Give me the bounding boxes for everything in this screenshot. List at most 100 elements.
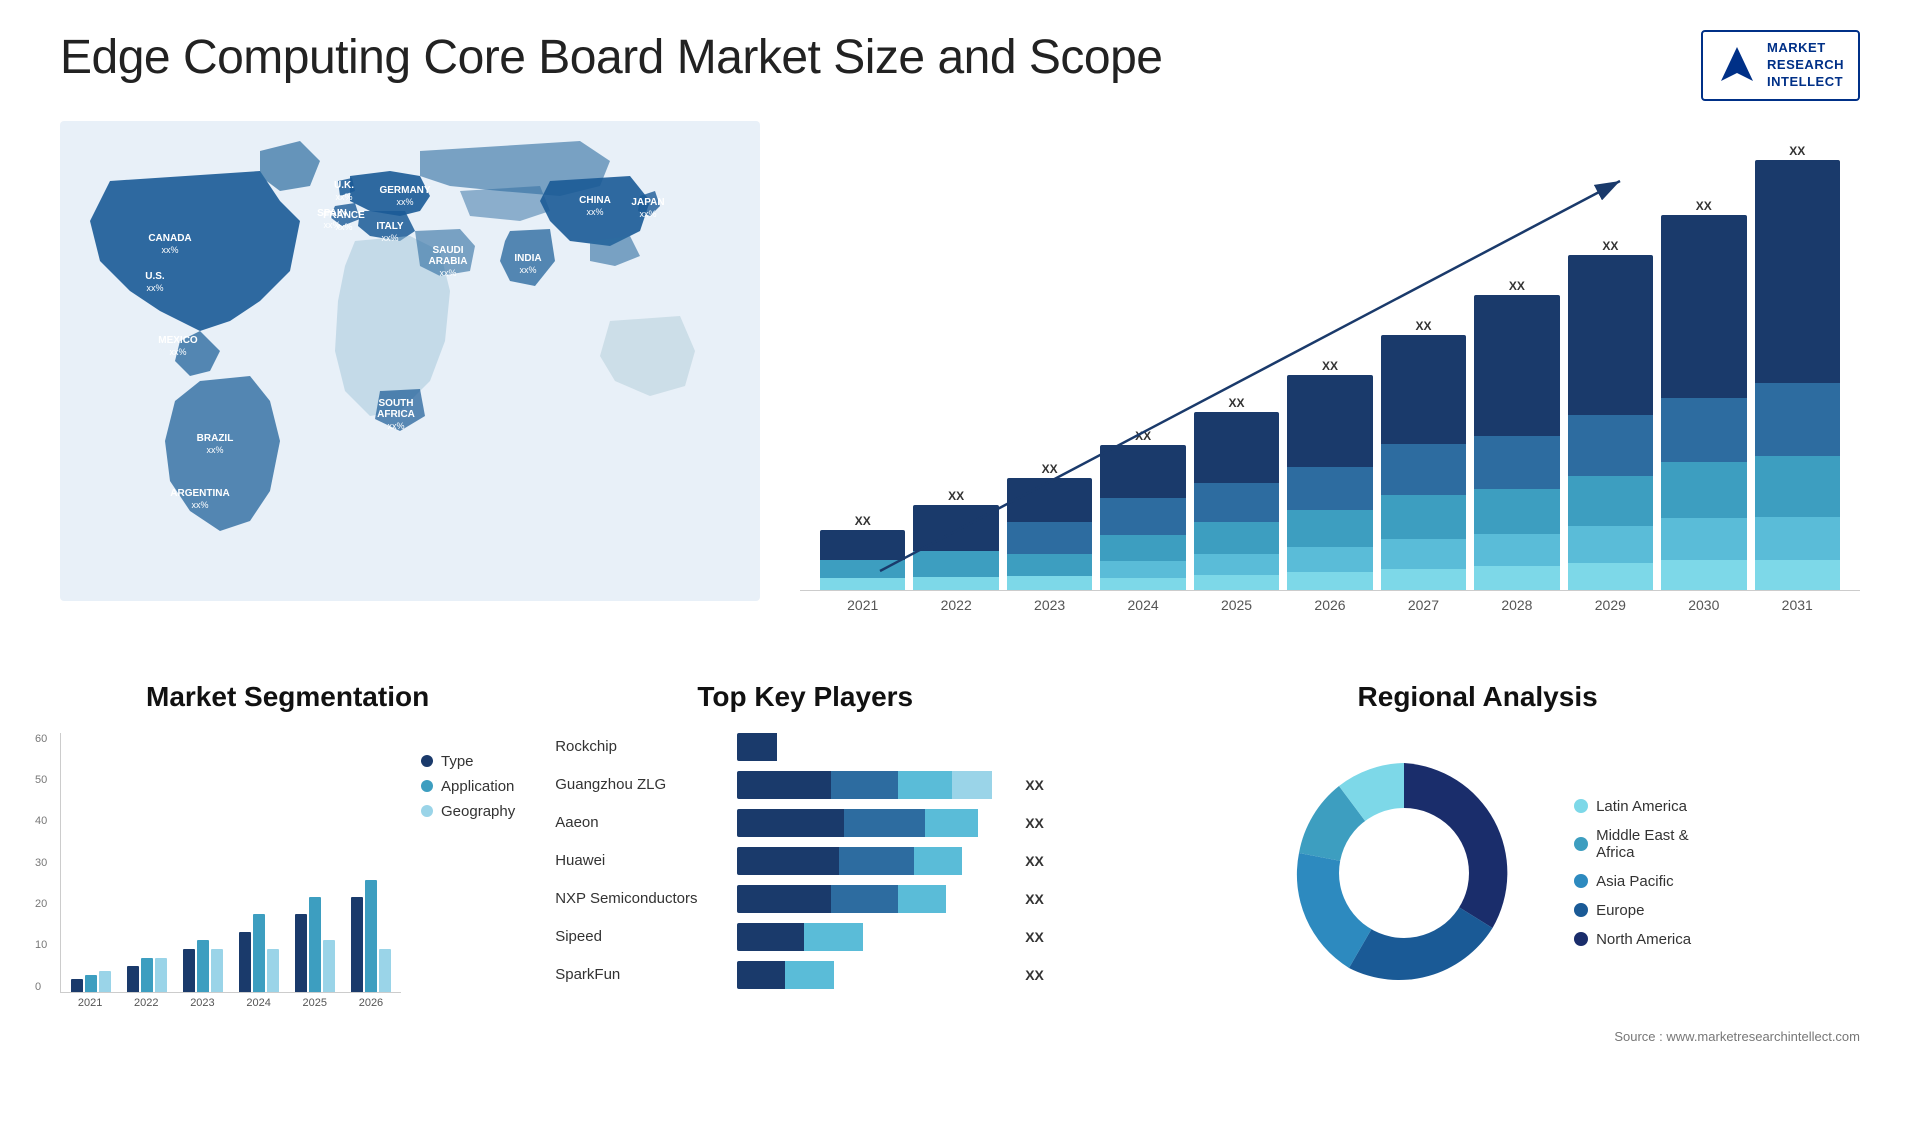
bar-2030: XX	[1661, 199, 1746, 590]
player-value-nxp: XX	[1025, 891, 1055, 907]
seg-bar-2022	[127, 958, 167, 992]
svg-text:AFRICA: AFRICA	[377, 409, 415, 420]
svg-text:CHINA: CHINA	[579, 195, 611, 206]
year-label: 2030	[1661, 597, 1746, 613]
player-aaeon: Aaeon XX	[555, 809, 1055, 837]
source-text: Source : www.marketresearchintellect.com	[1095, 1029, 1860, 1044]
svg-text:xx%: xx%	[439, 268, 456, 278]
type-dot	[421, 755, 433, 767]
growth-bars: XX XX	[800, 151, 1860, 591]
svg-text:xx%: xx%	[639, 209, 656, 219]
legend-europe-label: Europe	[1596, 902, 1644, 919]
latin-america-dot	[1574, 799, 1588, 813]
seg-x-labels: 2021 2022 2023 2024 2025 2026	[60, 993, 401, 1013]
seg-bar-2023	[183, 940, 223, 992]
player-guangzhou: Guangzhou ZLG XX	[555, 771, 1055, 799]
legend-asia-pacific: Asia Pacific	[1574, 873, 1691, 890]
legend-latin-america: Latin America	[1574, 798, 1691, 815]
year-label: 2025	[1194, 597, 1279, 613]
svg-text:xx%: xx%	[323, 220, 340, 230]
player-name-huawei: Huawei	[555, 852, 725, 869]
player-name-nxp: NXP Semiconductors	[555, 890, 725, 907]
segmentation-legend: Type Application Geography	[421, 753, 515, 820]
segmentation-section: Market Segmentation 0 10 20 30 40 50 60	[60, 681, 515, 1013]
bar-2021: XX	[820, 514, 905, 590]
svg-text:ARABIA: ARABIA	[429, 256, 468, 267]
player-sparkfun: SparkFun XX	[555, 961, 1055, 989]
player-name-aaeon: Aaeon	[555, 814, 725, 831]
legend-middle-east: Middle East &Africa	[1574, 827, 1691, 861]
year-label: 2026	[1287, 597, 1372, 613]
legend-middle-east-label: Middle East &Africa	[1596, 827, 1689, 861]
svg-text:xx%: xx%	[387, 421, 404, 431]
bar-2023: XX	[1007, 462, 1092, 590]
legend-north-america: North America	[1574, 931, 1691, 948]
seg-chart-area: 0 10 20 30 40 50 60	[60, 733, 401, 1013]
key-players-title: Top Key Players	[555, 681, 1055, 713]
asia-pacific-dot	[1574, 874, 1588, 888]
svg-text:MEXICO: MEXICO	[158, 335, 198, 346]
bar-2028: XX	[1474, 279, 1559, 590]
player-name-sipeed: Sipeed	[555, 928, 725, 945]
svg-text:xx%: xx%	[381, 233, 398, 243]
header: Edge Computing Core Board Market Size an…	[60, 30, 1860, 101]
svg-text:xx%: xx%	[169, 347, 186, 357]
svg-text:xx%: xx%	[519, 265, 536, 275]
year-label: 2031	[1755, 597, 1840, 613]
geography-dot	[421, 805, 433, 817]
player-bar-guangzhou	[737, 771, 1005, 799]
player-bar-sparkfun	[737, 961, 1005, 989]
donut-svg	[1264, 733, 1544, 1013]
svg-text:xx%: xx%	[335, 192, 352, 202]
logo: MARKET RESEARCH INTELLECT	[1701, 30, 1860, 101]
map-container: CANADA xx% U.S. xx% MEXICO xx% BRAZIL xx…	[60, 121, 760, 641]
legend-geography-label: Geography	[441, 803, 515, 820]
seg-content: 0 10 20 30 40 50 60	[60, 733, 515, 1013]
top-section: CANADA xx% U.S. xx% MEXICO xx% BRAZIL xx…	[60, 121, 1860, 641]
bottom-section: Market Segmentation 0 10 20 30 40 50 60	[60, 681, 1860, 1044]
regional-title: Regional Analysis	[1095, 681, 1860, 713]
legend-type: Type	[421, 753, 515, 770]
svg-text:SPAIN: SPAIN	[317, 208, 347, 219]
bar-2025: XX	[1194, 396, 1279, 590]
player-bar-sipeed	[737, 923, 1005, 951]
svg-text:JAPAN: JAPAN	[631, 197, 664, 208]
seg-bar-2025	[295, 897, 335, 992]
player-value-aaeon: XX	[1025, 815, 1055, 831]
year-label: 2029	[1568, 597, 1653, 613]
seg-bar-2026	[351, 880, 391, 992]
application-dot	[421, 780, 433, 792]
svg-text:GERMANY: GERMANY	[379, 185, 430, 196]
legend-geography: Geography	[421, 803, 515, 820]
regional-section: Regional Analysis	[1095, 681, 1860, 1044]
logo-text: MARKET RESEARCH INTELLECT	[1767, 40, 1844, 91]
player-bar-nxp	[737, 885, 1005, 913]
bar-2022: XX	[913, 489, 998, 590]
svg-text:ITALY: ITALY	[376, 221, 404, 232]
segmentation-title: Market Segmentation	[60, 681, 515, 713]
seg-bar-2021	[71, 971, 111, 992]
legend-latin-america-label: Latin America	[1596, 798, 1687, 815]
logo-icon	[1717, 45, 1757, 85]
bar-2027: XX	[1381, 319, 1466, 590]
north-america-dot	[1574, 932, 1588, 946]
middle-east-dot	[1574, 837, 1588, 851]
year-label: 2027	[1381, 597, 1466, 613]
donut-chart	[1264, 733, 1544, 1013]
year-label: 2023	[1007, 597, 1092, 613]
svg-text:xx%: xx%	[396, 197, 413, 207]
svg-text:xx%: xx%	[161, 245, 178, 255]
world-map: CANADA xx% U.S. xx% MEXICO xx% BRAZIL xx…	[60, 121, 760, 601]
player-bar-aaeon	[737, 809, 1005, 837]
growth-x-labels: 2021 2022 2023 2024 2025 2026 2027 2028 …	[800, 591, 1860, 613]
bar-2029: XX	[1568, 239, 1653, 590]
svg-text:INDIA: INDIA	[514, 253, 541, 264]
legend-asia-pacific-label: Asia Pacific	[1596, 873, 1674, 890]
player-value-huawei: XX	[1025, 853, 1055, 869]
svg-text:CANADA: CANADA	[148, 233, 191, 244]
bar-2026: XX	[1287, 359, 1372, 590]
year-label: 2028	[1474, 597, 1559, 613]
player-value-sipeed: XX	[1025, 929, 1055, 945]
players-list: Rockchip Guangzhou ZLG XX	[555, 733, 1055, 989]
svg-text:BRAZIL: BRAZIL	[197, 433, 234, 444]
